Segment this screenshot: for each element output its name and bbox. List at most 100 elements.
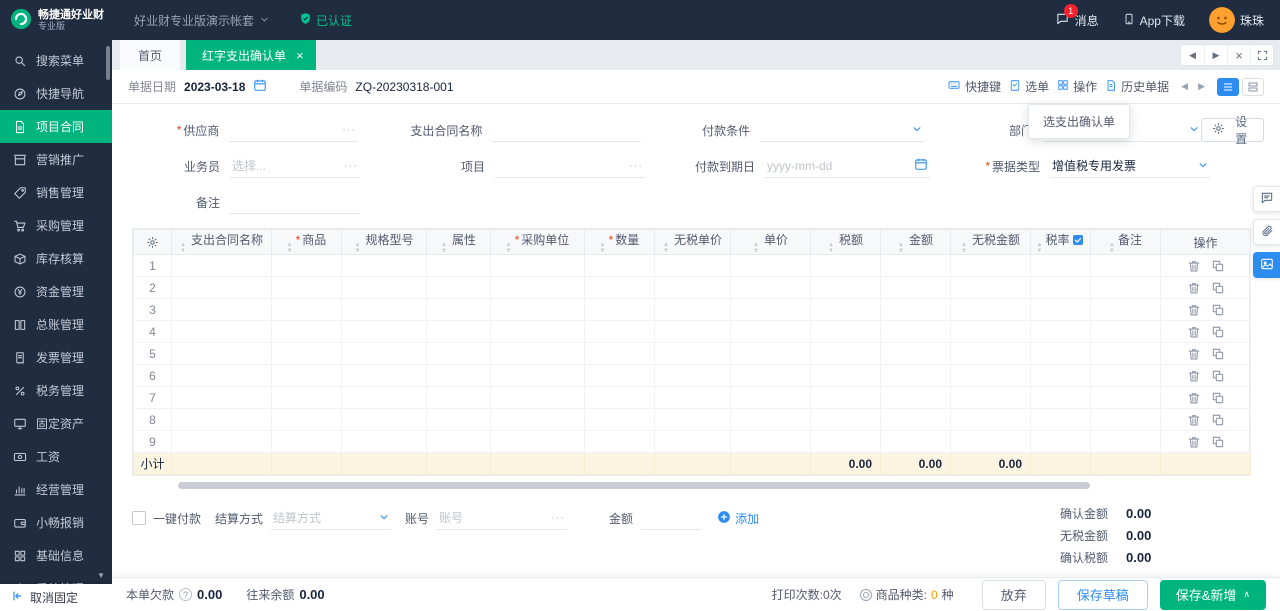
project-input[interactable]: ···	[495, 154, 645, 178]
grid-cell[interactable]	[950, 298, 1031, 321]
save-draft-button[interactable]: 保存草稿	[1057, 579, 1148, 610]
delete-row-icon[interactable]	[1187, 303, 1201, 317]
supplier-input[interactable]: ···	[229, 118, 359, 142]
delete-row-icon[interactable]	[1187, 325, 1201, 339]
col-amount[interactable]: 金额	[880, 229, 951, 255]
grid-cell[interactable]	[1030, 276, 1091, 299]
grid-cell[interactable]	[880, 364, 951, 387]
grid-cell[interactable]	[1090, 386, 1161, 409]
grid-cell[interactable]	[341, 254, 427, 277]
grid-cell[interactable]	[880, 276, 951, 299]
grid-cell[interactable]	[654, 320, 731, 343]
grid-cell[interactable]	[654, 430, 731, 453]
sort-icon[interactable]	[753, 242, 759, 254]
tab-red-expense-confirm[interactable]: 红字支出确认单 ×	[186, 40, 316, 70]
grid-cell[interactable]	[950, 254, 1031, 277]
copy-row-icon[interactable]	[1211, 325, 1225, 339]
copy-row-icon[interactable]	[1211, 303, 1225, 317]
grid-cell[interactable]	[810, 364, 881, 387]
sort-icon[interactable]	[1037, 242, 1043, 254]
account-set-select[interactable]: 好业财专业版演示帐套	[134, 12, 269, 29]
pay-amount-input[interactable]	[641, 506, 702, 530]
grid-cell[interactable]	[271, 430, 342, 453]
col-quantity[interactable]: *数量	[584, 229, 655, 255]
next-doc-icon[interactable]: ▶	[1198, 81, 1205, 92]
col-row-settings[interactable]	[133, 229, 172, 255]
grid-cell[interactable]	[426, 342, 491, 365]
list-view-toggle[interactable]	[1217, 77, 1239, 96]
sort-icon[interactable]	[663, 242, 669, 254]
delete-row-icon[interactable]	[1187, 259, 1201, 273]
grid-cell[interactable]	[654, 276, 731, 299]
more-icon[interactable]: ···	[629, 160, 643, 172]
grid-cell[interactable]	[490, 408, 585, 431]
tab-scroll-right-icon[interactable]: ▶	[1204, 45, 1227, 65]
col-expense-contract-name[interactable]: 支出合同名称	[171, 229, 272, 255]
grid-cell[interactable]	[584, 320, 655, 343]
grid-cell[interactable]	[880, 298, 951, 321]
grid-cell[interactable]	[654, 342, 731, 365]
grid-cell[interactable]	[654, 298, 731, 321]
grid-cell[interactable]	[341, 430, 427, 453]
grid-cell[interactable]	[1090, 320, 1161, 343]
more-icon[interactable]: ···	[551, 512, 565, 524]
grid-cell[interactable]	[584, 430, 655, 453]
grid-cell[interactable]	[490, 386, 585, 409]
sidebar-scrollbar[interactable]	[106, 46, 110, 80]
grid-cell[interactable]	[880, 254, 951, 277]
sort-icon[interactable]	[1109, 242, 1115, 254]
expense-contract-name-input[interactable]	[492, 118, 641, 142]
grid-cell[interactable]	[810, 386, 881, 409]
scrollbar-thumb[interactable]	[178, 482, 1090, 489]
grid-cell[interactable]	[730, 342, 811, 365]
grid-cell[interactable]	[341, 364, 427, 387]
card-view-toggle[interactable]	[1242, 77, 1264, 96]
grid-cell[interactable]	[171, 254, 272, 277]
grid-cell[interactable]	[730, 276, 811, 299]
one-click-pay-label[interactable]: 一键付款	[153, 510, 201, 527]
col-net-unit-price[interactable]: 无税单价	[654, 229, 731, 255]
grid-cell[interactable]	[950, 430, 1031, 453]
sort-icon[interactable]	[180, 242, 186, 254]
grid-cell[interactable]	[1030, 254, 1091, 277]
sidebar-item-funds[interactable]: 资金管理	[0, 275, 112, 308]
grid-cell[interactable]	[426, 276, 491, 299]
col-tax-rate[interactable]: 税率	[1030, 229, 1091, 255]
remark-input[interactable]	[230, 190, 360, 214]
account-input[interactable]: 账号 ···	[437, 506, 568, 530]
grid-cell[interactable]	[271, 364, 342, 387]
add-payment-button[interactable]: 添加	[717, 510, 759, 527]
grid-cell[interactable]	[880, 320, 951, 343]
history-docs-button[interactable]: 历史单据	[1105, 78, 1169, 95]
grid-cell[interactable]	[584, 386, 655, 409]
grid-cell[interactable]	[810, 342, 881, 365]
grid-cell[interactable]	[341, 298, 427, 321]
sort-icon[interactable]	[828, 242, 834, 254]
grid-cell[interactable]	[271, 254, 342, 277]
grid-cell[interactable]	[1030, 386, 1091, 409]
delete-row-icon[interactable]	[1187, 281, 1201, 295]
delete-row-icon[interactable]	[1187, 413, 1201, 427]
close-tab-icon[interactable]: ×	[296, 48, 304, 63]
grid-cell[interactable]	[950, 320, 1031, 343]
grid-cell[interactable]	[271, 386, 342, 409]
grid-cell[interactable]	[490, 254, 585, 277]
sidebar-item-fixed-assets[interactable]: 固定资产	[0, 407, 112, 440]
sidebar-item-invoice[interactable]: 发票管理	[0, 341, 112, 374]
close-all-tabs-icon[interactable]: ×	[1227, 45, 1250, 65]
grid-cell[interactable]	[584, 276, 655, 299]
settings-button[interactable]: 设置	[1201, 115, 1264, 146]
grid-cell[interactable]	[1030, 342, 1091, 365]
grid-cell[interactable]	[810, 320, 881, 343]
grid-cell[interactable]	[950, 342, 1031, 365]
settlement-method-select[interactable]: 结算方式	[271, 506, 392, 530]
sidebar-item-project-contract[interactable]: 项目合同	[0, 110, 112, 143]
payment-terms-select[interactable]	[760, 118, 924, 142]
copy-row-icon[interactable]	[1211, 347, 1225, 361]
grid-cell[interactable]	[426, 298, 491, 321]
col-spec-model[interactable]: 规格型号	[341, 229, 427, 255]
more-icon[interactable]: ···	[344, 160, 358, 172]
copy-row-icon[interactable]	[1211, 281, 1225, 295]
grid-cell[interactable]	[584, 342, 655, 365]
sort-icon[interactable]	[506, 242, 512, 254]
